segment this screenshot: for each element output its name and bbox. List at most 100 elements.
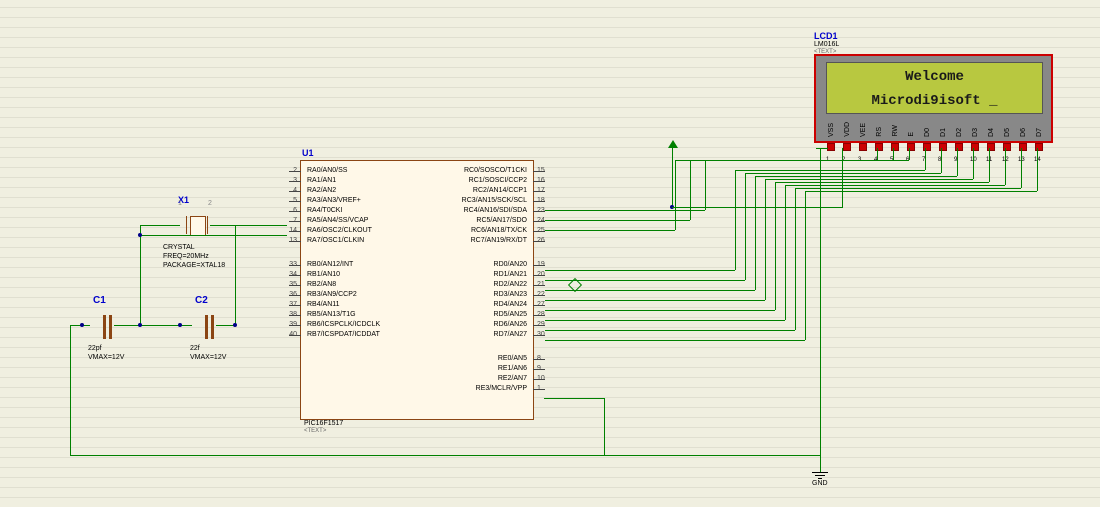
mcu-pin-label-left: RB0/AN12/INT: [307, 261, 353, 268]
wire: [925, 148, 926, 170]
mcu-pin-label-right: RD6/AN26: [494, 321, 527, 328]
lcd-pin-label: D3: [972, 128, 979, 137]
lcd-pin-dot: [859, 143, 867, 151]
wire: [545, 230, 675, 231]
c1-value: 22pf: [88, 345, 102, 352]
wire: [545, 340, 805, 341]
wire: [675, 160, 676, 230]
wire: [545, 220, 690, 221]
wire: [765, 179, 973, 180]
wire-c-gnd-v: [70, 325, 71, 455]
wire: [973, 148, 974, 179]
wire-c-to-xtal: [140, 235, 141, 325]
wire: [1021, 148, 1022, 188]
wire: [775, 182, 989, 183]
lcd-ref-label: LCD1: [814, 31, 838, 41]
wire: [745, 173, 941, 174]
mcu-text-placeholder: <TEXT>: [304, 428, 326, 434]
mcu-pin-label-left: RA4/T0CKI: [307, 207, 342, 214]
wire: [545, 270, 735, 271]
mcu-pin-label-left: RA3/AN3/VREF+: [307, 197, 361, 204]
gnd-label: GND: [812, 480, 828, 487]
mcu-pin-label-left: RB6/ICSPCLK/ICDCLK: [307, 321, 380, 328]
c1-ref: C1: [93, 295, 106, 306]
wire: [795, 188, 1021, 189]
c2-ref: C2: [195, 295, 208, 306]
mcu-chip: RA0/AN0/SS2RA1/AN13RA2/AN24RA3/AN3/VREF+…: [300, 160, 534, 420]
wire: [745, 173, 746, 280]
mcu-pin-label-right: RC3/AN15/SCK/SCL: [462, 197, 527, 204]
lcd-line1: Welcome: [827, 63, 1042, 87]
lcd-pin-label: D2: [956, 128, 963, 137]
wire: [735, 170, 736, 270]
lcd-pin-dot: [843, 143, 851, 151]
lcd-model-label: LM016L: [814, 41, 839, 48]
wire: [755, 176, 957, 177]
mcu-pin-label-right: RC5/AN17/SDO: [476, 217, 527, 224]
crystal-package: PACKAGE=XTAL18: [163, 262, 225, 269]
mcu-pin-label-left: RA0/AN0/SS: [307, 167, 347, 174]
mcu-pin-label-right: RD0/AN20: [494, 261, 527, 268]
mcu-pin-label-right: RC0/SOSCO/T1CKI: [464, 167, 527, 174]
mcu-pin-label-right: RD5/AN25: [494, 311, 527, 318]
lcd-pin-label: VEE: [860, 123, 867, 137]
mcu-pin-label-left: RB7/ICSPDAT/ICDDAT: [307, 331, 380, 338]
lcd-pin-label: E: [908, 132, 915, 137]
mcu-pin-label-right: RE3/MCLR/VPP: [476, 385, 527, 392]
mcu-pin-label-right: RC2/AN14/CCP1: [473, 187, 527, 194]
wire: [805, 191, 1037, 192]
wire: [544, 398, 604, 399]
c2-symbol: [192, 312, 227, 342]
wire: [842, 148, 843, 208]
c2-value: 22f: [190, 345, 200, 352]
lcd-pin-label: RS: [876, 127, 883, 137]
wire-osc2-h: [210, 225, 287, 226]
lcd-pin-label: VSS: [828, 123, 835, 137]
c1-vmax: VMAX=12V: [88, 354, 124, 361]
mcu-pin-label-left: RB4/AN11: [307, 301, 340, 308]
mcu-pin-label-right: RD3/AN23: [494, 291, 527, 298]
wire-gnd-h: [70, 455, 820, 456]
wire: [545, 300, 765, 301]
mcu-pin-label-left: RB5/AN13/T1G: [307, 311, 356, 318]
wire: [545, 330, 795, 331]
mcu-pin-label-left: RA6/OSC2/CLKOUT: [307, 227, 372, 234]
wire: [545, 210, 705, 211]
mcu-pin-label-left: RB2/AN8: [307, 281, 336, 288]
mcu-pin-label-left: RA1/AN1: [307, 177, 336, 184]
mcu-pin-label-right: RD2/AN22: [494, 281, 527, 288]
lcd-pin-label: D7: [1036, 128, 1043, 137]
mcu-pin-label-left: RA7/OSC1/CLKIN: [307, 237, 364, 244]
wire: [805, 191, 806, 340]
wire-osc1-h1: [140, 225, 180, 226]
wire: [816, 148, 828, 149]
lcd-pin-label: VDD: [844, 122, 851, 137]
mcu-pin-label-right: RE2/AN7: [498, 375, 527, 382]
wire: [941, 148, 942, 173]
wire: [672, 207, 842, 208]
mcu-pin-label-left: RB3/AN9/CCP2: [307, 291, 357, 298]
wire: [545, 320, 785, 321]
wire: [775, 182, 776, 310]
wire: [765, 179, 766, 300]
mcu-ref: U1: [302, 148, 314, 158]
wire: [989, 148, 990, 182]
wire: [604, 398, 605, 455]
wire: [705, 160, 706, 210]
lcd-pin-label: D4: [988, 128, 995, 137]
wire: [795, 188, 796, 330]
node: [138, 323, 142, 327]
mcu-pin-label-right: RD4/AN24: [494, 301, 527, 308]
node: [80, 323, 84, 327]
node: [178, 323, 182, 327]
wire-power-v: [672, 148, 673, 208]
wire-osc1-h2: [140, 235, 287, 236]
mcu-pin-label-right: RD1/AN21: [494, 271, 527, 278]
mcu-pin-label-right: RC6/AN18/TX/CK: [471, 227, 527, 234]
lcd-pin-label: D5: [1004, 128, 1011, 137]
wire: [820, 148, 821, 455]
wire: [957, 148, 958, 176]
mcu-partno: PIC16F1517: [304, 420, 343, 427]
node: [138, 233, 142, 237]
wire: [877, 148, 878, 160]
